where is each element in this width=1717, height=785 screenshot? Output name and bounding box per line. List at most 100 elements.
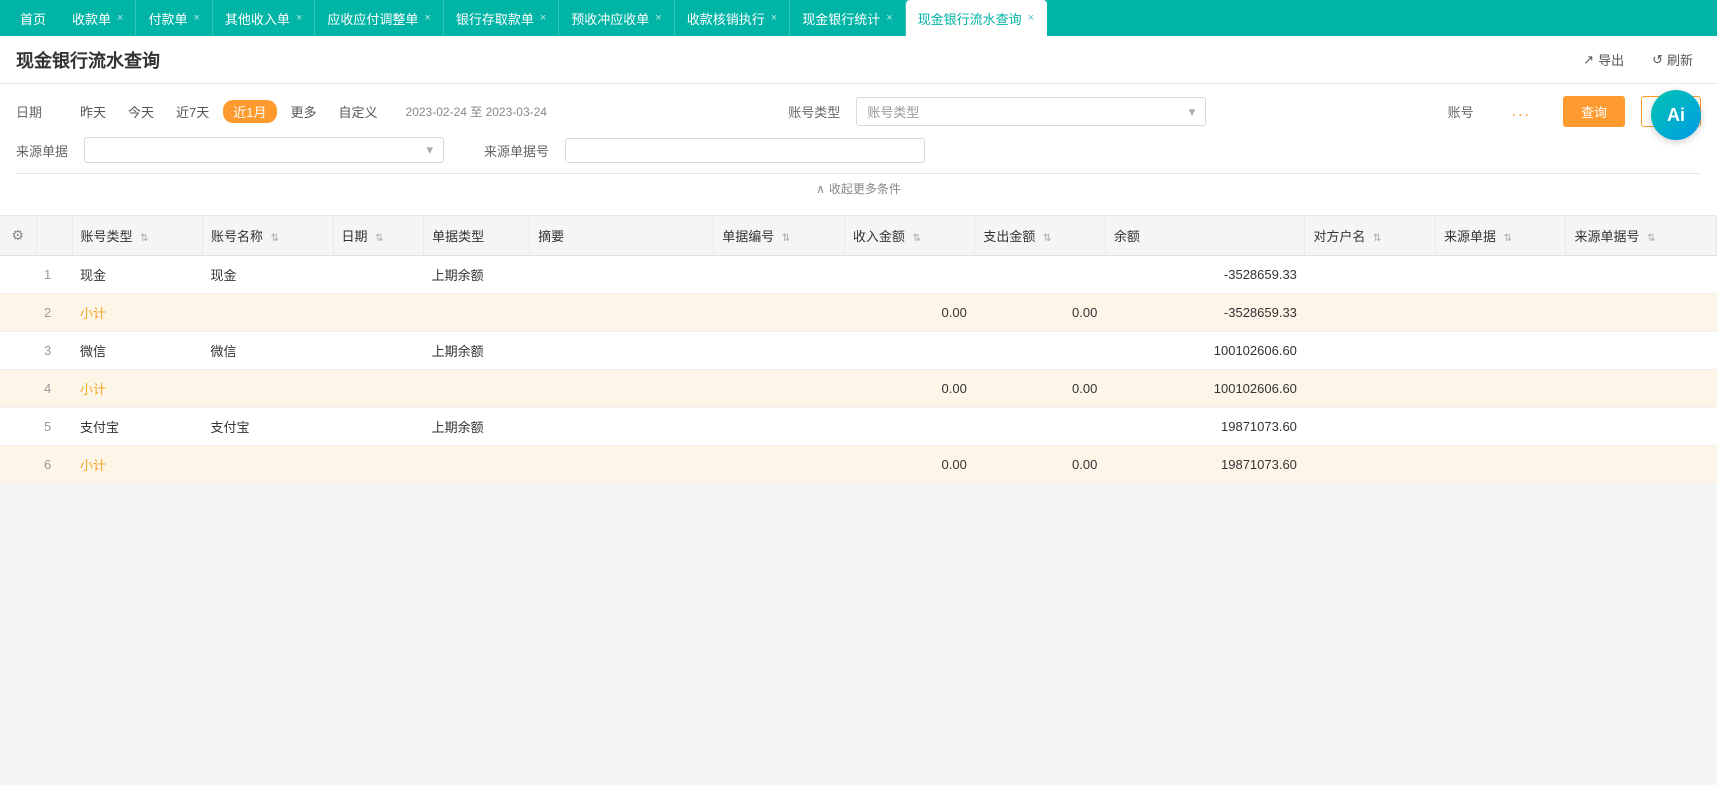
row-account-name: 支付宝 (203, 408, 334, 446)
row-expense: 0.00 (975, 294, 1106, 332)
row-checkbox[interactable] (0, 408, 36, 446)
col-date[interactable]: 日期 ⇅ (333, 216, 424, 256)
nav-tab-现金银行流水查询[interactable]: 现金银行流水查询× (906, 0, 1047, 36)
sort-icon: ⇅ (1647, 233, 1655, 244)
table-row: 6 小计 0.00 0.00 19871073.60 (0, 446, 1717, 484)
col-settings: ⚙ (0, 216, 36, 256)
col-expense[interactable]: 支出金额 ⇅ (975, 216, 1106, 256)
query-button[interactable]: 查询 (1563, 96, 1625, 127)
nav-tab-现金银行统计[interactable]: 现金银行统计 × (790, 0, 905, 36)
table-row: 3 微信 微信 上期余额 100102606.60 (0, 332, 1717, 370)
row-num: 5 (36, 408, 72, 446)
date-option-更多[interactable]: 更多 (283, 100, 325, 123)
row-doc-no (714, 294, 845, 332)
row-summary (530, 294, 714, 332)
nav-tab-付款单[interactable]: 付款单 × (136, 0, 212, 36)
sort-icon: ⇅ (1504, 233, 1512, 244)
row-income: 0.00 (844, 294, 975, 332)
nav-tab-收款单[interactable]: 收款单× (60, 0, 136, 36)
date-option-近1月[interactable]: 近1月 (223, 100, 276, 123)
nav-tab-收款核销执行[interactable]: 收款核销执行× (675, 0, 790, 36)
nav-tab-label: 付款单 (148, 9, 187, 28)
nav-tab-其他收入单[interactable]: 其他收入单× (213, 0, 315, 36)
row-summary (530, 408, 714, 446)
row-expense (975, 256, 1106, 294)
date-option-自定义[interactable]: 自定义 (331, 100, 386, 123)
col-balance: 余额 (1105, 216, 1305, 256)
date-option-今天[interactable]: 今天 (120, 100, 162, 123)
row-counterparty (1305, 294, 1436, 332)
nav-tab-label: 应收应付调整单 (327, 9, 418, 28)
nav-tab-close[interactable]: × (771, 12, 777, 24)
table-row: 2 小计 0.00 0.00 -3528659.33 (0, 294, 1717, 332)
data-table: ⚙ 账号类型 ⇅ 账号名称 ⇅ 日期 ⇅ 单据类型 摘要 单据编号 ⇅ 收入金额… (0, 216, 1717, 484)
nav-tab-close[interactable]: × (1028, 12, 1034, 24)
row-expense: 0.00 (975, 370, 1106, 408)
collapse-button[interactable]: ∧ 收起更多条件 (816, 180, 901, 197)
date-label: 日期 (16, 102, 56, 121)
date-option-昨天[interactable]: 昨天 (72, 100, 114, 123)
nav-tab-close[interactable]: × (193, 12, 199, 24)
row-account-name (203, 446, 334, 484)
row-balance: 19871073.60 (1105, 446, 1305, 484)
col-source-doc[interactable]: 来源单据 ⇅ (1435, 216, 1566, 256)
refresh-icon: ↺ (1652, 52, 1663, 68)
account-label: 账号 (1448, 102, 1488, 121)
row-summary (530, 370, 714, 408)
source-doc-select[interactable]: ▾ (84, 137, 444, 163)
nav-tab-close[interactable]: × (117, 12, 123, 24)
source-doc-num-input[interactable] (565, 138, 925, 163)
refresh-button[interactable]: ↺ 刷新 (1644, 46, 1701, 73)
nav-tab-close[interactable]: × (296, 12, 302, 24)
account-type-label: 账号类型 (788, 102, 840, 121)
row-doc-type: 上期余额 (424, 256, 530, 294)
row-checkbox[interactable] (0, 294, 36, 332)
nav-home[interactable]: 首页 (8, 0, 58, 36)
table-gear-icon[interactable]: ⚙ (11, 227, 24, 243)
row-date (333, 332, 424, 370)
row-checkbox[interactable] (0, 370, 36, 408)
row-doc-type: 上期余额 (424, 332, 530, 370)
source-doc-label: 来源单据 (16, 141, 68, 160)
row-account-type: 小计 (72, 370, 203, 408)
row-date (333, 256, 424, 294)
col-income[interactable]: 收入金额 ⇅ (844, 216, 975, 256)
row-expense (975, 332, 1106, 370)
nav-tab-close[interactable]: × (655, 12, 661, 24)
row-doc-type: 上期余额 (424, 408, 530, 446)
col-account-name[interactable]: 账号名称 ⇅ (203, 216, 334, 256)
export-button[interactable]: ↗ 导出 (1575, 46, 1632, 73)
row-summary (530, 446, 714, 484)
col-source-doc-no[interactable]: 来源单据号 ⇅ (1566, 216, 1717, 256)
nav-tab-应收应付调整单[interactable]: 应收应付调整单 × (315, 0, 443, 36)
nav-tab-银行存取款单[interactable]: 银行存取款单× (444, 0, 559, 36)
row-account-name (203, 370, 334, 408)
date-option-近7天[interactable]: 近7天 (168, 100, 217, 123)
row-num: 4 (36, 370, 72, 408)
nav-tab-label: 现金银行统计 (802, 9, 880, 28)
row-checkbox[interactable] (0, 332, 36, 370)
nav-tab-close[interactable]: × (886, 12, 892, 24)
row-date (333, 370, 424, 408)
account-type-select[interactable]: 账号类型 ▾ (856, 97, 1206, 126)
row-counterparty (1305, 446, 1436, 484)
account-dots-button[interactable]: ... (1504, 103, 1539, 121)
nav-tab-预收冲应收单[interactable]: 预收冲应收单× (559, 0, 674, 36)
row-counterparty (1305, 408, 1436, 446)
row-checkbox[interactable] (0, 446, 36, 484)
row-income: 0.00 (844, 446, 975, 484)
nav-tab-close[interactable]: × (540, 12, 546, 24)
row-balance: 100102606.60 (1105, 370, 1305, 408)
row-doc-no (714, 332, 845, 370)
nav-tab-close[interactable]: × (424, 12, 430, 24)
row-balance: 19871073.60 (1105, 408, 1305, 446)
col-counterparty[interactable]: 对方户名 ⇅ (1305, 216, 1436, 256)
account-type-chevron: ▾ (1189, 104, 1196, 120)
col-account-type[interactable]: 账号类型 ⇅ (72, 216, 203, 256)
row-checkbox[interactable] (0, 256, 36, 294)
col-summary: 摘要 (530, 216, 714, 256)
col-doc-no[interactable]: 单据编号 ⇅ (714, 216, 845, 256)
ai-badge[interactable]: Ai (1651, 90, 1701, 140)
row-doc-no (714, 256, 845, 294)
row-expense: 0.00 (975, 446, 1106, 484)
